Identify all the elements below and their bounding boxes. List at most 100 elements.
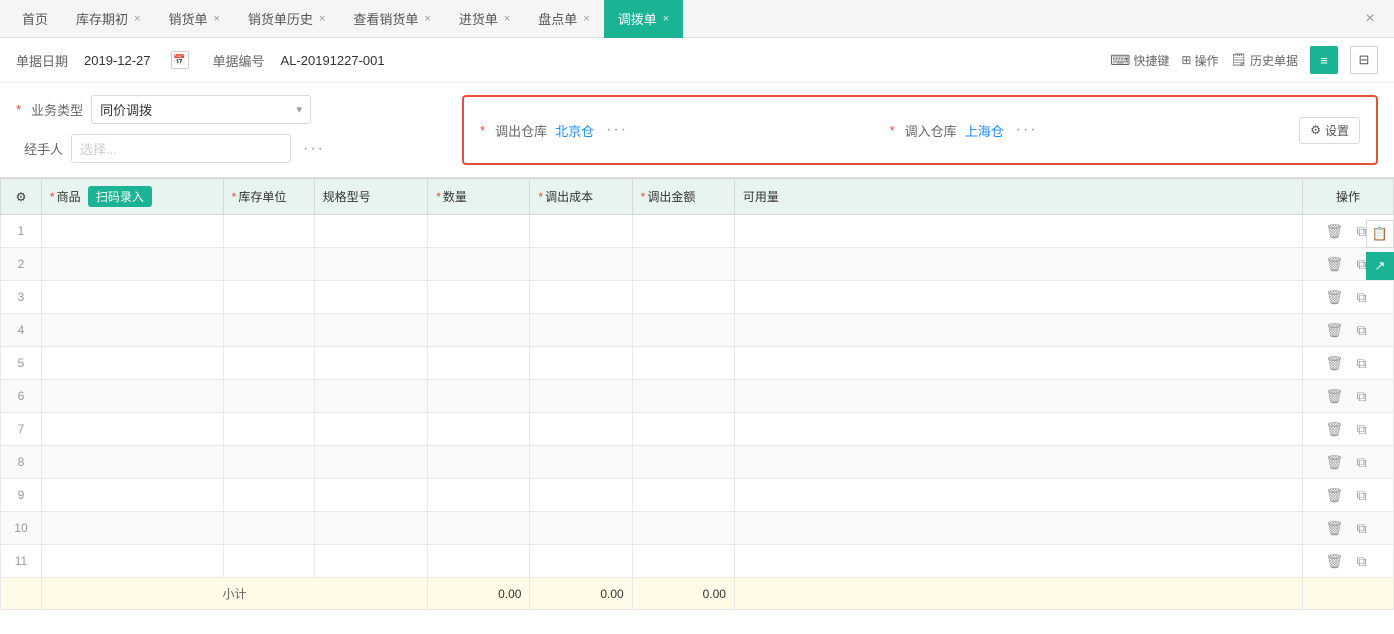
row-11-quantity[interactable] bbox=[428, 545, 530, 578]
row-11-spec[interactable] bbox=[314, 545, 428, 578]
row-10-spec[interactable] bbox=[314, 512, 428, 545]
delete-icon-8[interactable]: 🗑 bbox=[1324, 452, 1344, 472]
history-btn[interactable]: 🗒 历史单据 bbox=[1230, 52, 1298, 69]
copy-icon-6[interactable]: ⧉ bbox=[1352, 386, 1372, 406]
row-3-available[interactable] bbox=[734, 281, 1302, 314]
grid-view-btn[interactable]: ⊟ bbox=[1350, 46, 1378, 74]
row-10-quantity[interactable] bbox=[428, 512, 530, 545]
row-5-product[interactable] bbox=[41, 347, 223, 380]
row-9-product[interactable] bbox=[41, 479, 223, 512]
row-11-cost[interactable] bbox=[530, 545, 632, 578]
row-1-spec[interactable] bbox=[314, 215, 428, 248]
row-10-unit[interactable] bbox=[223, 512, 314, 545]
row-11-amount[interactable] bbox=[632, 545, 734, 578]
tab-inventory-init[interactable]: 库存期初 × bbox=[62, 0, 154, 38]
row-7-unit[interactable] bbox=[223, 413, 314, 446]
row-6-unit[interactable] bbox=[223, 380, 314, 413]
row-4-spec[interactable] bbox=[314, 314, 428, 347]
row-2-available[interactable] bbox=[734, 248, 1302, 281]
row-4-unit[interactable] bbox=[223, 314, 314, 347]
row-1-available[interactable] bbox=[734, 215, 1302, 248]
row-5-quantity[interactable] bbox=[428, 347, 530, 380]
row-4-product[interactable] bbox=[41, 314, 223, 347]
tab-inventory-check[interactable]: 盘点单 × bbox=[524, 0, 603, 38]
delete-icon-10[interactable]: 🗑 bbox=[1324, 518, 1344, 538]
delete-icon-4[interactable]: 🗑 bbox=[1324, 320, 1344, 340]
row-3-unit[interactable] bbox=[223, 281, 314, 314]
row-7-quantity[interactable] bbox=[428, 413, 530, 446]
row-2-product[interactable] bbox=[41, 248, 223, 281]
in-warehouse-value[interactable]: 上海仓 bbox=[965, 121, 1004, 140]
window-close-button[interactable]: × bbox=[1354, 3, 1386, 35]
row-7-available[interactable] bbox=[734, 413, 1302, 446]
row-7-cost[interactable] bbox=[530, 413, 632, 446]
row-6-available[interactable] bbox=[734, 380, 1302, 413]
handler-field[interactable]: 选择... bbox=[71, 134, 291, 163]
row-7-spec[interactable] bbox=[314, 413, 428, 446]
row-2-cost[interactable] bbox=[530, 248, 632, 281]
tab-sales-order[interactable]: 销货单 × bbox=[154, 0, 233, 38]
tab-transfer[interactable]: 调拨单 × bbox=[604, 0, 683, 38]
row-6-quantity[interactable] bbox=[428, 380, 530, 413]
scan-button[interactable]: 扫码录入 bbox=[88, 186, 152, 207]
row-11-unit[interactable] bbox=[223, 545, 314, 578]
row-3-product[interactable] bbox=[41, 281, 223, 314]
date-picker-icon[interactable]: 📅 bbox=[171, 51, 189, 69]
tab-close-view-sales[interactable]: × bbox=[424, 13, 430, 25]
row-9-quantity[interactable] bbox=[428, 479, 530, 512]
copy-icon-4[interactable]: ⧉ bbox=[1352, 320, 1372, 340]
copy-icon-11[interactable]: ⧉ bbox=[1352, 551, 1372, 571]
export-mini-btn[interactable]: ↗ bbox=[1366, 252, 1394, 280]
tab-view-sales[interactable]: 查看销货单 × bbox=[339, 0, 444, 38]
delete-icon-7[interactable]: 🗑 bbox=[1324, 419, 1344, 439]
row-6-product[interactable] bbox=[41, 380, 223, 413]
tab-close-inventory-check[interactable]: × bbox=[583, 13, 589, 25]
row-9-cost[interactable] bbox=[530, 479, 632, 512]
delete-icon-9[interactable]: 🗑 bbox=[1324, 485, 1344, 505]
row-9-spec[interactable] bbox=[314, 479, 428, 512]
copy-icon-3[interactable]: ⧉ bbox=[1352, 287, 1372, 307]
delete-icon-2[interactable]: 🗑 bbox=[1324, 254, 1344, 274]
row-1-product[interactable] bbox=[41, 215, 223, 248]
copy-icon-10[interactable]: ⧉ bbox=[1352, 518, 1372, 538]
row-3-spec[interactable] bbox=[314, 281, 428, 314]
shortcuts-btn[interactable]: ⌨ 快捷键 bbox=[1110, 52, 1169, 69]
biz-type-field[interactable]: 同价调拨 ▾ bbox=[91, 95, 311, 124]
row-6-amount[interactable] bbox=[632, 380, 734, 413]
row-2-amount[interactable] bbox=[632, 248, 734, 281]
row-3-amount[interactable] bbox=[632, 281, 734, 314]
row-5-spec[interactable] bbox=[314, 347, 428, 380]
row-2-quantity[interactable] bbox=[428, 248, 530, 281]
row-8-available[interactable] bbox=[734, 446, 1302, 479]
row-7-product[interactable] bbox=[41, 413, 223, 446]
row-8-product[interactable] bbox=[41, 446, 223, 479]
out-warehouse-value[interactable]: 北京仓 bbox=[555, 121, 594, 140]
row-1-quantity[interactable] bbox=[428, 215, 530, 248]
row-7-amount[interactable] bbox=[632, 413, 734, 446]
copy-icon-9[interactable]: ⧉ bbox=[1352, 485, 1372, 505]
row-3-cost[interactable] bbox=[530, 281, 632, 314]
row-10-available[interactable] bbox=[734, 512, 1302, 545]
row-8-amount[interactable] bbox=[632, 446, 734, 479]
list-view-btn[interactable]: ≡ bbox=[1310, 46, 1338, 74]
row-4-amount[interactable] bbox=[632, 314, 734, 347]
operations-btn[interactable]: ⊞ 操作 bbox=[1181, 52, 1218, 69]
settings-button[interactable]: ⚙ 设置 bbox=[1299, 117, 1360, 144]
row-10-product[interactable] bbox=[41, 512, 223, 545]
row-8-unit[interactable] bbox=[223, 446, 314, 479]
row-11-product[interactable] bbox=[41, 545, 223, 578]
delete-icon-6[interactable]: 🗑 bbox=[1324, 386, 1344, 406]
note-mini-btn[interactable]: 📋 bbox=[1366, 220, 1394, 248]
row-5-unit[interactable] bbox=[223, 347, 314, 380]
in-warehouse-more-btn[interactable]: ··· bbox=[1012, 121, 1042, 139]
copy-icon-8[interactable]: ⧉ bbox=[1352, 452, 1372, 472]
row-4-cost[interactable] bbox=[530, 314, 632, 347]
tab-home[interactable]: 首页 bbox=[8, 0, 62, 38]
row-8-cost[interactable] bbox=[530, 446, 632, 479]
row-1-unit[interactable] bbox=[223, 215, 314, 248]
delete-icon-11[interactable]: 🗑 bbox=[1324, 551, 1344, 571]
row-2-spec[interactable] bbox=[314, 248, 428, 281]
row-10-cost[interactable] bbox=[530, 512, 632, 545]
row-2-unit[interactable] bbox=[223, 248, 314, 281]
row-6-cost[interactable] bbox=[530, 380, 632, 413]
